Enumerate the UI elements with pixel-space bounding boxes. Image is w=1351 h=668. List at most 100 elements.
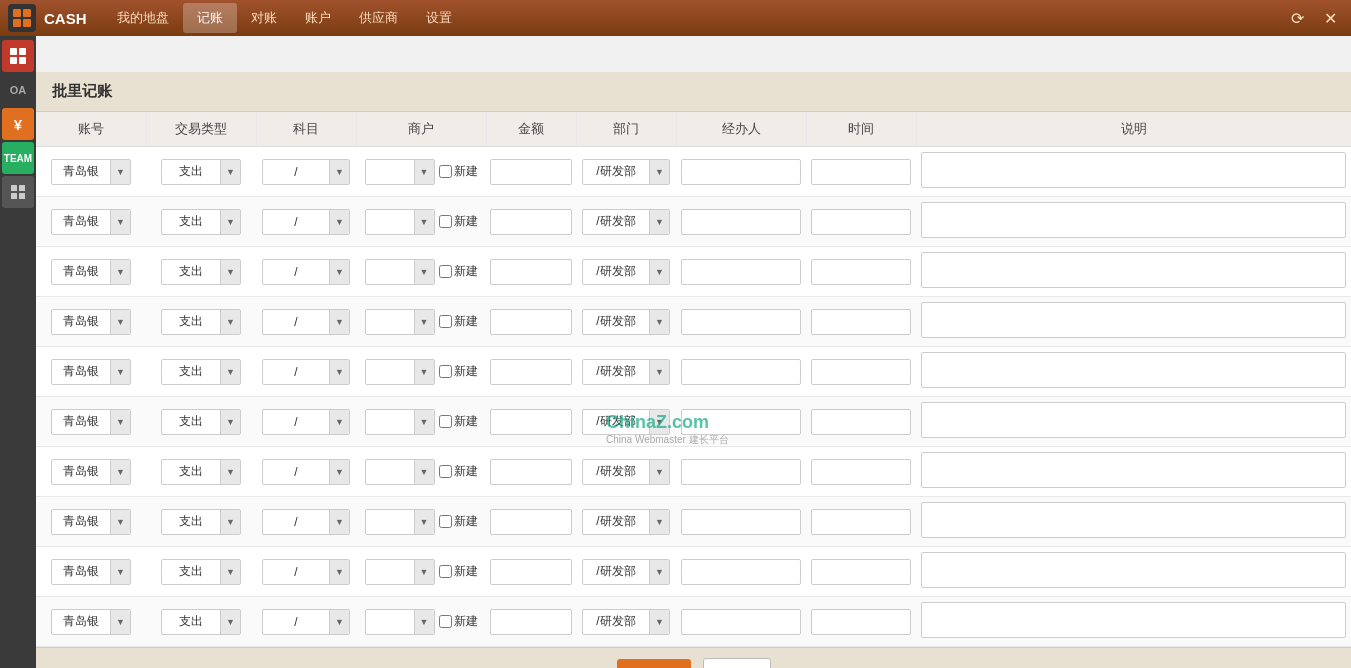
dept-arrow-3[interactable]: ▼ xyxy=(649,310,669,334)
subject-select-3[interactable]: / ▼ xyxy=(262,309,350,335)
subject-select-4[interactable]: / ▼ xyxy=(262,359,350,385)
dept-arrow-2[interactable]: ▼ xyxy=(649,260,669,284)
merchant-select-2[interactable]: ▼ xyxy=(365,259,435,285)
merchant-arrow-7[interactable]: ▼ xyxy=(414,510,434,534)
sidebar-icon-oa[interactable]: OA xyxy=(2,74,34,106)
account-select-4[interactable]: 青岛银 ▼ xyxy=(51,359,131,385)
time-input-1[interactable] xyxy=(811,209,911,235)
new-label-4[interactable]: 新建 xyxy=(454,363,478,380)
dept-select-5[interactable]: /研发部 ▼ xyxy=(582,409,670,435)
type-arrow-7[interactable]: ▼ xyxy=(220,510,240,534)
merchant-arrow-5[interactable]: ▼ xyxy=(414,410,434,434)
new-checkbox-1[interactable] xyxy=(439,215,452,228)
nav-item-shezhi[interactable]: 设置 xyxy=(412,3,466,33)
new-checkbox-8[interactable] xyxy=(439,565,452,578)
subject-arrow-9[interactable]: ▼ xyxy=(329,610,349,634)
dept-select-3[interactable]: /研发部 ▼ xyxy=(582,309,670,335)
merchant-select-0[interactable]: ▼ xyxy=(365,159,435,185)
subject-arrow-1[interactable]: ▼ xyxy=(329,210,349,234)
desc-textarea-5[interactable] xyxy=(921,402,1346,438)
amount-input-5[interactable] xyxy=(490,409,572,435)
merchant-arrow-6[interactable]: ▼ xyxy=(414,460,434,484)
handler-input-1[interactable] xyxy=(681,209,801,235)
new-label-2[interactable]: 新建 xyxy=(454,263,478,280)
type-select-6[interactable]: 支出 ▼ xyxy=(161,459,241,485)
new-checkbox-4[interactable] xyxy=(439,365,452,378)
account-arrow-1[interactable]: ▼ xyxy=(110,210,130,234)
merchant-arrow-2[interactable]: ▼ xyxy=(414,260,434,284)
subject-select-8[interactable]: / ▼ xyxy=(262,559,350,585)
handler-input-2[interactable] xyxy=(681,259,801,285)
refresh-button[interactable]: ⟳ xyxy=(1285,7,1310,30)
account-select-3[interactable]: 青岛银 ▼ xyxy=(51,309,131,335)
dept-arrow-4[interactable]: ▼ xyxy=(649,360,669,384)
merchant-select-4[interactable]: ▼ xyxy=(365,359,435,385)
subject-arrow-6[interactable]: ▼ xyxy=(329,460,349,484)
dept-select-1[interactable]: /研发部 ▼ xyxy=(582,209,670,235)
amount-input-6[interactable] xyxy=(490,459,572,485)
desc-textarea-2[interactable] xyxy=(921,252,1346,288)
new-label-6[interactable]: 新建 xyxy=(454,463,478,480)
type-arrow-9[interactable]: ▼ xyxy=(220,610,240,634)
handler-input-5[interactable] xyxy=(681,409,801,435)
type-arrow-6[interactable]: ▼ xyxy=(220,460,240,484)
type-arrow-3[interactable]: ▼ xyxy=(220,310,240,334)
nav-item-duizhang[interactable]: 对账 xyxy=(237,3,291,33)
desc-textarea-3[interactable] xyxy=(921,302,1346,338)
dept-arrow-8[interactable]: ▼ xyxy=(649,560,669,584)
back-button[interactable]: 返回 xyxy=(703,658,771,668)
nav-item-zhanghu[interactable]: 账户 xyxy=(291,3,345,33)
time-input-6[interactable] xyxy=(811,459,911,485)
account-arrow-7[interactable]: ▼ xyxy=(110,510,130,534)
account-select-1[interactable]: 青岛银 ▼ xyxy=(51,209,131,235)
amount-input-9[interactable] xyxy=(490,609,572,635)
new-checkbox-2[interactable] xyxy=(439,265,452,278)
dept-arrow-6[interactable]: ▼ xyxy=(649,460,669,484)
subject-arrow-3[interactable]: ▼ xyxy=(329,310,349,334)
merchant-select-5[interactable]: ▼ xyxy=(365,409,435,435)
dept-arrow-5[interactable]: ▼ xyxy=(649,410,669,434)
new-label-5[interactable]: 新建 xyxy=(454,413,478,430)
nav-item-jizhang[interactable]: 记账 xyxy=(183,3,237,33)
amount-input-1[interactable] xyxy=(490,209,572,235)
account-select-0[interactable]: 青岛银 ▼ xyxy=(51,159,131,185)
type-arrow-1[interactable]: ▼ xyxy=(220,210,240,234)
type-select-3[interactable]: 支出 ▼ xyxy=(161,309,241,335)
amount-input-3[interactable] xyxy=(490,309,572,335)
dept-select-2[interactable]: /研发部 ▼ xyxy=(582,259,670,285)
merchant-select-6[interactable]: ▼ xyxy=(365,459,435,485)
subject-select-5[interactable]: / ▼ xyxy=(262,409,350,435)
account-arrow-3[interactable]: ▼ xyxy=(110,310,130,334)
type-select-0[interactable]: 支出 ▼ xyxy=(161,159,241,185)
account-arrow-0[interactable]: ▼ xyxy=(110,160,130,184)
time-input-4[interactable] xyxy=(811,359,911,385)
amount-input-0[interactable] xyxy=(490,159,572,185)
handler-input-7[interactable] xyxy=(681,509,801,535)
dept-arrow-9[interactable]: ▼ xyxy=(649,610,669,634)
new-label-3[interactable]: 新建 xyxy=(454,313,478,330)
desc-textarea-4[interactable] xyxy=(921,352,1346,388)
subject-select-0[interactable]: / ▼ xyxy=(262,159,350,185)
account-arrow-8[interactable]: ▼ xyxy=(110,560,130,584)
time-input-2[interactable] xyxy=(811,259,911,285)
desc-textarea-7[interactable] xyxy=(921,502,1346,538)
dept-arrow-0[interactable]: ▼ xyxy=(649,160,669,184)
sidebar-icon-grid[interactable] xyxy=(2,176,34,208)
merchant-arrow-8[interactable]: ▼ xyxy=(414,560,434,584)
subject-arrow-7[interactable]: ▼ xyxy=(329,510,349,534)
handler-input-3[interactable] xyxy=(681,309,801,335)
time-input-3[interactable] xyxy=(811,309,911,335)
merchant-arrow-1[interactable]: ▼ xyxy=(414,210,434,234)
dept-select-8[interactable]: /研发部 ▼ xyxy=(582,559,670,585)
time-input-9[interactable] xyxy=(811,609,911,635)
dept-select-6[interactable]: /研发部 ▼ xyxy=(582,459,670,485)
close-button[interactable]: ✕ xyxy=(1318,7,1343,30)
dept-select-4[interactable]: /研发部 ▼ xyxy=(582,359,670,385)
type-select-4[interactable]: 支出 ▼ xyxy=(161,359,241,385)
merchant-select-8[interactable]: ▼ xyxy=(365,559,435,585)
subject-arrow-4[interactable]: ▼ xyxy=(329,360,349,384)
desc-textarea-9[interactable] xyxy=(921,602,1346,638)
subject-select-9[interactable]: / ▼ xyxy=(262,609,350,635)
account-select-6[interactable]: 青岛银 ▼ xyxy=(51,459,131,485)
subject-select-2[interactable]: / ▼ xyxy=(262,259,350,285)
